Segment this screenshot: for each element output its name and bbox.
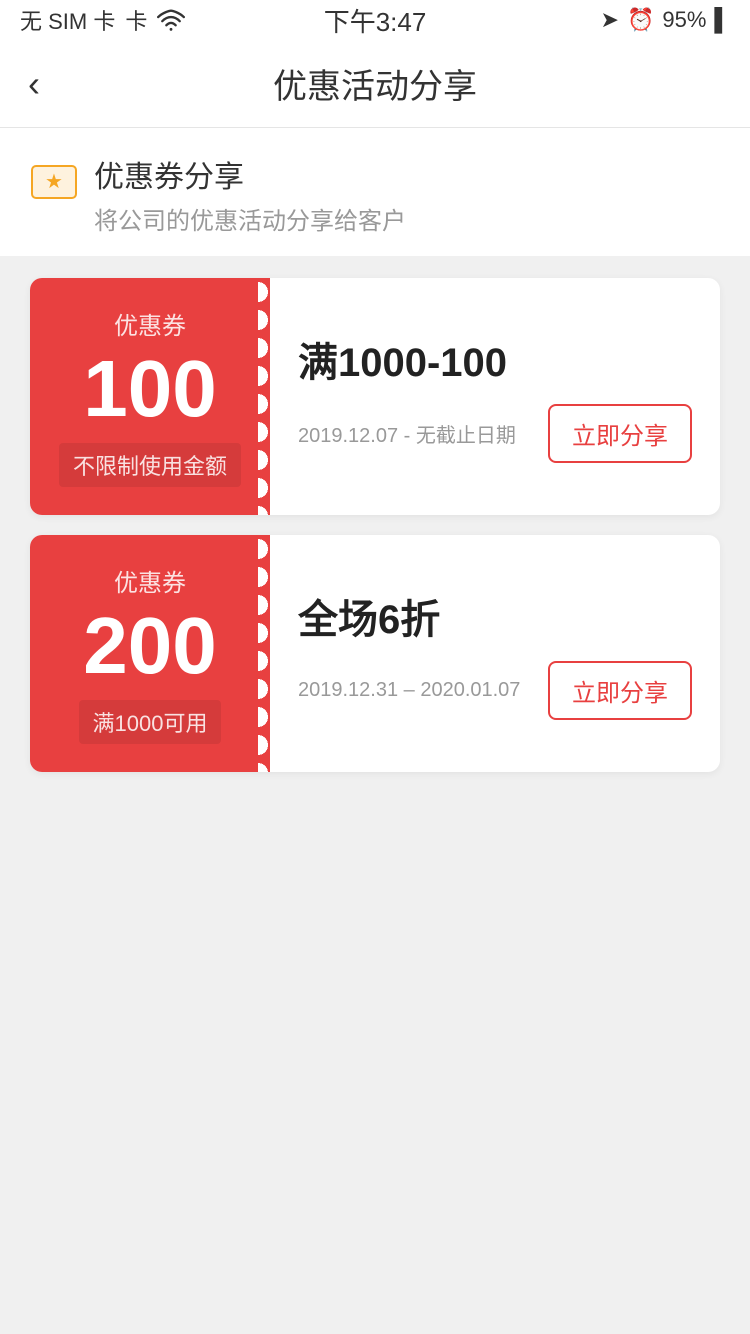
share-button-2[interactable]: 立即分享 xyxy=(548,661,692,720)
battery-text: 95% xyxy=(662,7,706,33)
page-title: 优惠活动分享 xyxy=(273,59,477,108)
coupon-footer-2: 2019.12.31 – 2020.01.07 立即分享 xyxy=(298,661,692,720)
status-time: 下午3:47 xyxy=(324,2,427,39)
empty-area xyxy=(0,792,750,1292)
coupon-date-1: 2019.12.07 - 无截止日期 xyxy=(298,419,536,448)
share-button-1[interactable]: 立即分享 xyxy=(548,404,692,463)
svg-text:★: ★ xyxy=(45,171,63,193)
coupon-name-2: 全场6折 xyxy=(298,587,692,645)
status-right: ➤ ⏰ 95% ▌ xyxy=(601,7,730,33)
coupon-condition-1: 不限制使用金额 xyxy=(59,443,241,487)
coupon-date-2: 2019.12.31 – 2020.01.07 xyxy=(298,679,536,702)
coupon-amount-2: 200 xyxy=(83,606,216,686)
coupon-card-2: 优惠券 200 满1000可用 全场6折 2019.12.31 – 2020.0… xyxy=(30,535,720,772)
coupon-label-2: 优惠券 xyxy=(114,563,186,598)
coupon-amount-1: 100 xyxy=(83,349,216,429)
coupon-footer-1: 2019.12.07 - 无截止日期 立即分享 xyxy=(298,404,692,463)
coupon-right-2: 全场6折 2019.12.31 – 2020.01.07 立即分享 xyxy=(270,535,720,772)
coupon-name-1: 满1000-100 xyxy=(298,330,692,388)
location-icon: ➤ xyxy=(601,7,619,33)
status-left: 无 SIM 卡 卡 xyxy=(20,4,185,36)
coupon-share-icon: ★ xyxy=(30,158,78,206)
carrier-text: 无 SIM 卡 xyxy=(20,4,115,36)
coupon-condition-2: 满1000可用 xyxy=(79,700,222,744)
coupon-label-1: 优惠券 xyxy=(114,306,186,341)
section-header: ★ 优惠券分享 将公司的优惠活动分享给客户 xyxy=(0,128,750,256)
coupon-right-1: 满1000-100 2019.12.07 - 无截止日期 立即分享 xyxy=(270,278,720,515)
section-subtitle: 将公司的优惠活动分享给客户 xyxy=(94,201,406,236)
section-text: 优惠券分享 将公司的优惠活动分享给客户 xyxy=(94,158,406,236)
alarm-icon: ⏰ xyxy=(627,7,654,33)
coupon-card-1: 优惠券 100 不限制使用金额 满1000-100 2019.12.07 - 无… xyxy=(30,278,720,515)
coupon-list: 优惠券 100 不限制使用金额 满1000-100 2019.12.07 - 无… xyxy=(0,258,750,792)
back-button[interactable]: ‹ xyxy=(28,66,40,102)
status-bar: 无 SIM 卡 卡 下午3:47 ➤ ⏰ 95% ▌ xyxy=(0,0,750,40)
sim-icon: 卡 xyxy=(125,4,147,36)
nav-bar: ‹ 优惠活动分享 xyxy=(0,40,750,128)
coupon-left-2: 优惠券 200 满1000可用 xyxy=(30,535,270,772)
coupon-left-1: 优惠券 100 不限制使用金额 xyxy=(30,278,270,515)
battery-icon: ▌ xyxy=(714,7,730,33)
section-title: 优惠券分享 xyxy=(94,158,406,197)
wifi-icon xyxy=(157,9,185,31)
